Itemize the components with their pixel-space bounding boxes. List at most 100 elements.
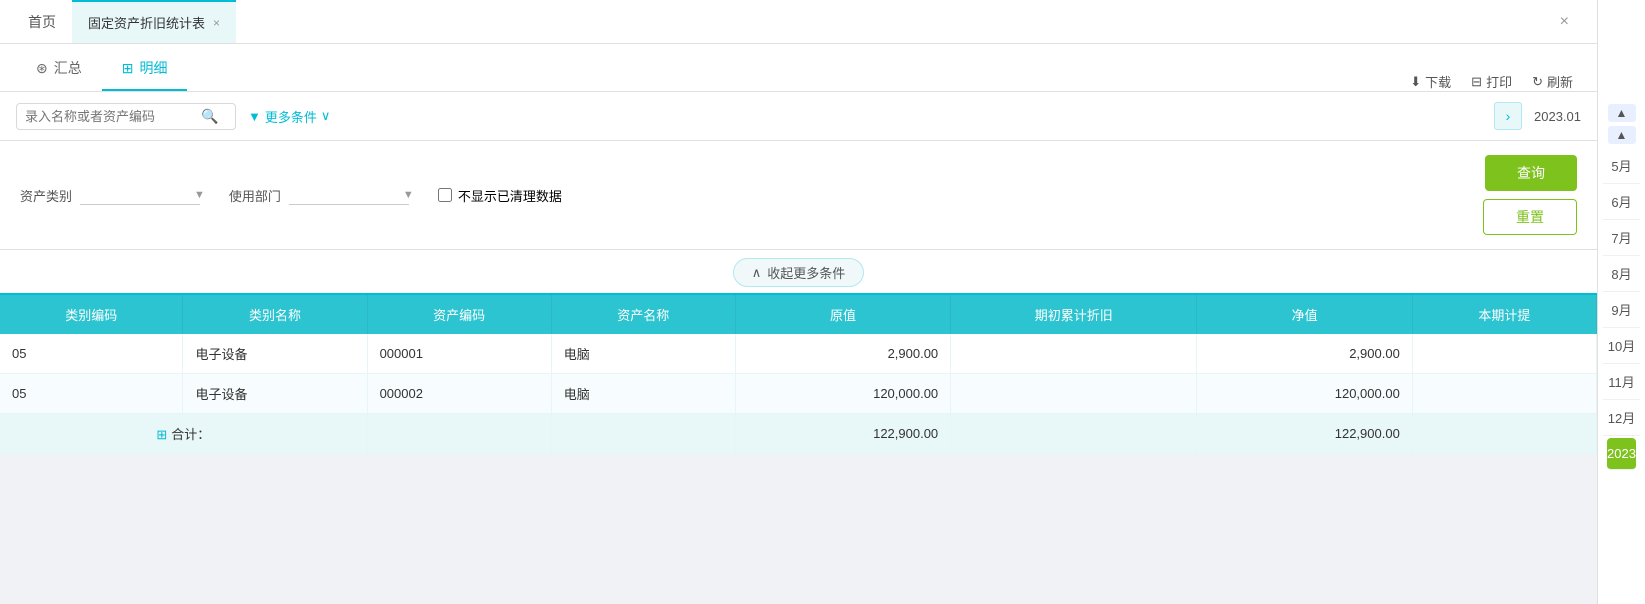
cell-acc-depreciation bbox=[951, 334, 1197, 374]
tab-label: 固定资产折旧统计表 bbox=[88, 13, 205, 32]
sidebar-month-item[interactable]: 7月 bbox=[1603, 220, 1640, 256]
cell-current-period bbox=[1412, 374, 1596, 414]
table-row: 05 电子设备 000002 电脑 120,000.00 120,000.00 bbox=[0, 374, 1597, 414]
print-label: 打印 bbox=[1486, 72, 1512, 91]
print-button[interactable]: ⊟ 打印 bbox=[1471, 72, 1512, 91]
tab-fixed-assets[interactable]: 固定资产折旧统计表 × bbox=[72, 0, 236, 43]
sidebar-nav-arrows: ▲ ▲ bbox=[1608, 104, 1636, 144]
top-nav: 首页 固定资产折旧统计表 × × bbox=[0, 0, 1597, 44]
cell-asset-code: 000002 bbox=[367, 374, 551, 414]
total-asset-code bbox=[367, 414, 551, 454]
download-label: 下载 bbox=[1425, 72, 1451, 91]
summary-icon: ⊛ bbox=[36, 60, 48, 77]
col-category-code: 类别编码 bbox=[0, 295, 183, 334]
total-label: ⊞合计： bbox=[0, 414, 367, 454]
sidebar-down-button[interactable]: ▲ bbox=[1608, 126, 1636, 144]
cell-category-code: 05 bbox=[0, 334, 183, 374]
col-original-value: 原值 bbox=[735, 295, 950, 334]
right-sidebar: ▲ ▲ 5月6月7月8月9月10月11月12月2023 bbox=[1597, 0, 1645, 604]
cell-asset-name: 电脑 bbox=[551, 334, 735, 374]
window-close-button[interactable]: × bbox=[1544, 13, 1585, 31]
search-icon: 🔍 bbox=[201, 108, 218, 125]
col-asset-code: 资产编码 bbox=[367, 295, 551, 334]
hide-cleared-label: 不显示已清理数据 bbox=[458, 186, 562, 205]
reset-button[interactable]: 重置 bbox=[1483, 199, 1577, 235]
filter-bar: 🔍 ▼ 更多条件 ∨ › 2023.01 bbox=[0, 92, 1597, 141]
total-net-value: 122,900.00 bbox=[1197, 414, 1412, 454]
chevron-down-icon: ∨ bbox=[321, 108, 331, 124]
col-category-name: 类别名称 bbox=[183, 295, 367, 334]
download-button[interactable]: ⬇ 下载 bbox=[1410, 72, 1451, 91]
asset-category-label: 资产类别 bbox=[20, 186, 72, 205]
department-field: 使用部门 ▼ bbox=[229, 185, 414, 205]
col-current-period: 本期计提 bbox=[1412, 295, 1596, 334]
cell-net-value: 120,000.00 bbox=[1197, 374, 1412, 414]
collapse-more-button[interactable]: ∧ 收起更多条件 bbox=[733, 258, 865, 287]
col-net-value: 净值 bbox=[1197, 295, 1412, 334]
download-icon: ⬇ bbox=[1410, 74, 1421, 90]
cell-asset-name: 电脑 bbox=[551, 374, 735, 414]
sidebar-month-item[interactable]: 11月 bbox=[1603, 364, 1640, 400]
total-acc-depreciation bbox=[951, 414, 1197, 454]
department-select[interactable] bbox=[289, 185, 409, 205]
total-current-period bbox=[1412, 414, 1596, 454]
data-table: 类别编码 类别名称 资产编码 资产名称 原值 期初累计折旧 净值 本期计提 05… bbox=[0, 295, 1597, 454]
tab-detail-label: 明细 bbox=[139, 58, 167, 78]
cell-asset-code: 000001 bbox=[367, 334, 551, 374]
search-input[interactable] bbox=[25, 109, 195, 124]
sidebar-month-item[interactable]: 9月 bbox=[1603, 292, 1640, 328]
more-filter-label: 更多条件 bbox=[265, 107, 317, 126]
total-icon: ⊞ bbox=[156, 427, 167, 442]
home-nav-item[interactable]: 首页 bbox=[12, 0, 72, 43]
cell-category-name: 电子设备 bbox=[183, 334, 367, 374]
cell-original-value: 2,900.00 bbox=[735, 334, 950, 374]
table-row: 05 电子设备 000001 电脑 2,900.00 2,900.00 bbox=[0, 334, 1597, 374]
data-table-wrap: 类别编码 类别名称 资产编码 资产名称 原值 期初累计折旧 净值 本期计提 05… bbox=[0, 295, 1597, 454]
sidebar-month-item[interactable]: 10月 bbox=[1603, 328, 1640, 364]
hide-cleared-checkbox[interactable] bbox=[438, 188, 452, 202]
cell-category-name: 电子设备 bbox=[183, 374, 367, 414]
advanced-filter-panel: 资产类别 ▼ 使用部门 ▼ 不显示已清理数据 查询 重置 bbox=[0, 141, 1597, 250]
refresh-button[interactable]: ↻ 刷新 bbox=[1532, 72, 1573, 91]
tab-detail[interactable]: ⊞ 明细 bbox=[102, 47, 188, 91]
table-header-row: 类别编码 类别名称 资产编码 资产名称 原值 期初累计折旧 净值 本期计提 bbox=[0, 295, 1597, 334]
search-wrap: 🔍 bbox=[16, 103, 236, 130]
col-asset-name: 资产名称 bbox=[551, 295, 735, 334]
sidebar-month-item[interactable]: 12月 bbox=[1603, 400, 1640, 436]
asset-category-field: 资产类别 ▼ bbox=[20, 185, 205, 205]
total-row: ⊞合计： 122,900.00 122,900.00 bbox=[0, 414, 1597, 454]
sidebar-up-button[interactable]: ▲ bbox=[1608, 104, 1636, 122]
detail-icon: ⊞ bbox=[122, 60, 134, 77]
filter-row: 资产类别 ▼ 使用部门 ▼ 不显示已清理数据 查询 重置 bbox=[20, 155, 1577, 235]
tab-actions: ⬇ 下载 ⊟ 打印 ↻ 刷新 bbox=[1410, 72, 1581, 91]
action-buttons: 查询 重置 bbox=[1483, 155, 1577, 235]
sidebar-month-item[interactable]: 6月 bbox=[1603, 184, 1640, 220]
more-filter-button[interactable]: ▼ 更多条件 ∨ bbox=[248, 107, 330, 126]
sidebar-active-year[interactable]: 2023 bbox=[1607, 438, 1636, 470]
collapse-right-button[interactable]: › bbox=[1494, 102, 1522, 130]
department-label: 使用部门 bbox=[229, 186, 281, 205]
cell-net-value: 2,900.00 bbox=[1197, 334, 1412, 374]
print-icon: ⊟ bbox=[1471, 74, 1482, 90]
cell-current-period bbox=[1412, 334, 1596, 374]
col-acc-depreciation: 期初累计折旧 bbox=[951, 295, 1197, 334]
cell-category-code: 05 bbox=[0, 374, 183, 414]
asset-category-select[interactable] bbox=[80, 185, 200, 205]
sidebar-month-item[interactable]: 5月 bbox=[1603, 148, 1640, 184]
tab-bar: ⊛ 汇总 ⊞ 明细 ⬇ 下载 ⊟ 打印 ↻ 刷新 bbox=[0, 44, 1597, 92]
collapse-icon: ∧ bbox=[752, 265, 762, 281]
refresh-label: 刷新 bbox=[1547, 72, 1573, 91]
filter-icon: ▼ bbox=[248, 109, 261, 124]
total-original-value: 122,900.00 bbox=[735, 414, 950, 454]
collapse-bar: ∧ 收起更多条件 bbox=[0, 250, 1597, 295]
tab-summary-label: 汇总 bbox=[54, 58, 82, 78]
cell-acc-depreciation bbox=[951, 374, 1197, 414]
query-button[interactable]: 查询 bbox=[1485, 155, 1577, 191]
collapse-label: 收起更多条件 bbox=[767, 263, 845, 282]
sidebar-month-item[interactable]: 8月 bbox=[1603, 256, 1640, 292]
total-asset-name bbox=[551, 414, 735, 454]
tab-close-icon[interactable]: × bbox=[213, 16, 220, 30]
tab-summary[interactable]: ⊛ 汇总 bbox=[16, 47, 102, 91]
refresh-icon: ↻ bbox=[1532, 74, 1543, 90]
cell-original-value: 120,000.00 bbox=[735, 374, 950, 414]
